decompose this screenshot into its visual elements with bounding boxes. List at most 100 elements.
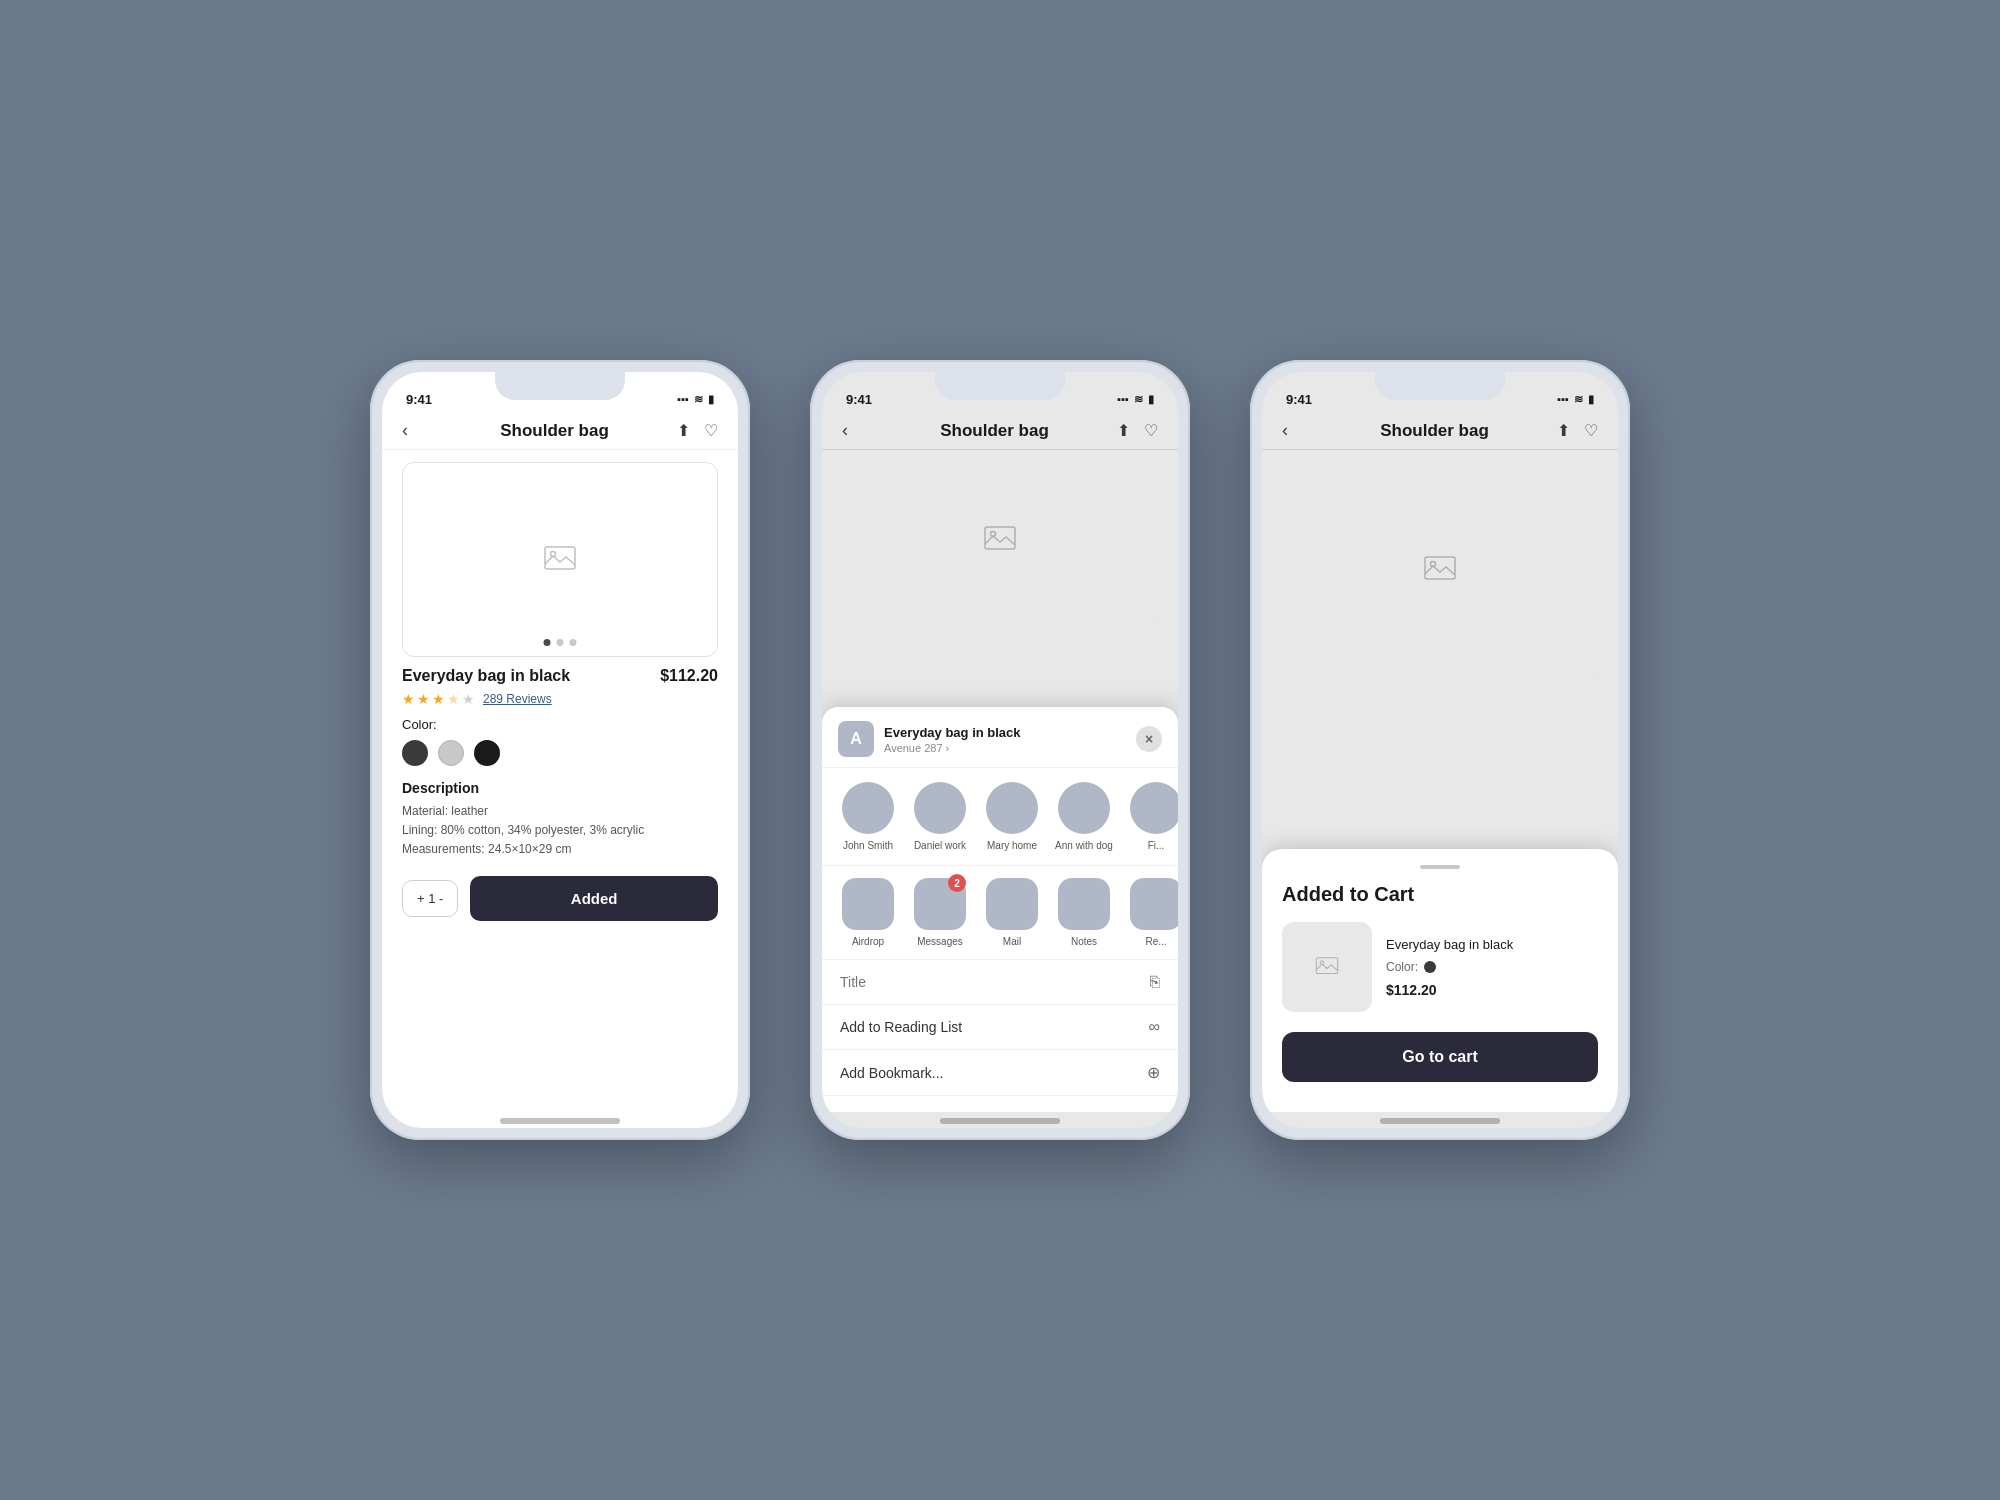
heart-icon-1[interactable]: ♡: [704, 421, 718, 440]
share-icon-3[interactable]: ⬆: [1557, 421, 1570, 440]
app-name-airdrop: Airdrop: [852, 936, 884, 947]
stars-1: ★ ★ ★ ★ ★: [402, 691, 475, 707]
contact-name-ann: Ann with dog: [1055, 840, 1113, 851]
back-button-3[interactable]: ‹: [1282, 420, 1312, 441]
share-app-url[interactable]: Avenue 287 ›: [884, 742, 1136, 754]
signal-icon: ▪▪▪: [677, 393, 689, 405]
color-swatch-black-1[interactable]: [474, 740, 500, 766]
product-price-1: $112.20: [660, 667, 718, 685]
app-re[interactable]: Re...: [1120, 878, 1178, 947]
stars-row-1: ★ ★ ★ ★ ★ 289 Reviews: [402, 691, 718, 707]
svg-rect-6: [1316, 958, 1337, 974]
status-icons-2: ▪▪▪ ≋ ▮: [1117, 393, 1154, 406]
color-section-1: Color:: [402, 717, 718, 766]
cart-modal-title: Added to Cart: [1282, 883, 1598, 906]
color-options-1: [402, 740, 718, 766]
copy-icon: ⎘: [1150, 973, 1160, 991]
share-icon-1[interactable]: ⬆: [677, 421, 690, 440]
contact-daniel-work[interactable]: Daniel work: [904, 782, 976, 851]
desc-text-1: Material: leather Lining: 80% cotton, 34…: [402, 802, 718, 860]
share-close-button[interactable]: ×: [1136, 726, 1162, 752]
contact-name-daniel: Daniel work: [914, 840, 966, 851]
messages-badge: 2: [948, 874, 966, 892]
star-5: ★: [462, 691, 475, 707]
phone-1: 9:41 ▪▪▪ ≋ ▮ ‹ Shoulder bag ⬆ ♡: [370, 360, 750, 1140]
desc-material: Material: leather: [402, 804, 488, 818]
phone-2: 9:41 ▪▪▪ ≋ ▮ ‹ Shoulder bag ⬆ ♡: [810, 360, 1190, 1140]
title-row: ⎘: [822, 960, 1178, 1005]
app-name-re: Re...: [1145, 936, 1166, 947]
reviews-link-1[interactable]: 289 Reviews: [483, 692, 552, 706]
cart-row-1: + 1 - Added: [402, 876, 718, 921]
contact-ann-dog[interactable]: Ann with dog: [1048, 782, 1120, 851]
battery-icon: ▮: [708, 393, 714, 406]
contacts-row: John Smith Daniel work Mary home Ann wit…: [822, 768, 1178, 866]
nav-bar-1: ‹ Shoulder bag ⬆ ♡: [382, 416, 738, 450]
heart-icon-3[interactable]: ♡: [1584, 421, 1598, 440]
color-swatch-dark-1[interactable]: [402, 740, 428, 766]
reading-list-row[interactable]: Add to Reading List ∞: [822, 1005, 1178, 1050]
notch-2: [935, 372, 1065, 400]
screen-content-2: A Everyday bag in black Avenue 287 › × J…: [822, 450, 1178, 1112]
signal-icon-3: ▪▪▪: [1557, 393, 1569, 405]
modal-handle: [1420, 865, 1460, 869]
wifi-icon-3: ≋: [1574, 393, 1583, 406]
app-name-messages: Messages: [917, 936, 963, 947]
svg-rect-4: [1425, 557, 1455, 579]
phone-2-screen: 9:41 ▪▪▪ ≋ ▮ ‹ Shoulder bag ⬆ ♡: [822, 372, 1178, 1128]
title-input[interactable]: [840, 974, 1150, 990]
status-time-2: 9:41: [846, 392, 872, 407]
svg-rect-2: [985, 527, 1015, 549]
desc-lining: Lining: 80% cotton, 34% polyester, 3% ac…: [402, 823, 644, 837]
status-time-3: 9:41: [1286, 392, 1312, 407]
heart-icon-2[interactable]: ♡: [1144, 421, 1158, 440]
home-indicator-3: [1380, 1118, 1500, 1124]
nav-actions-2: ⬆ ♡: [1117, 421, 1158, 440]
contact-name-fi: Fi...: [1148, 840, 1165, 851]
app-messages[interactable]: 2 Messages: [904, 878, 976, 947]
home-indicator-1: [500, 1118, 620, 1124]
app-airdrop[interactable]: Airdrop: [832, 878, 904, 947]
nav-actions-1: ⬆ ♡: [677, 421, 718, 440]
app-mail[interactable]: Mail: [976, 878, 1048, 947]
add-button-1[interactable]: Added: [470, 876, 718, 921]
battery-icon-3: ▮: [1588, 393, 1594, 406]
status-icons-1: ▪▪▪ ≋ ▮: [677, 393, 714, 406]
nav-actions-3: ⬆ ♡: [1557, 421, 1598, 440]
nav-title-2: Shoulder bag: [940, 421, 1049, 441]
wifi-icon: ≋: [694, 393, 703, 406]
airdrop-icon-box: [842, 878, 894, 930]
image-placeholder-icon-2: [984, 526, 1016, 554]
bookmarks-row[interactable]: Add Bookmark... ⊕: [822, 1050, 1178, 1096]
added-to-cart-modal: Added to Cart Everyday bag in black Colo…: [1262, 849, 1618, 1112]
signal-icon-2: ▪▪▪: [1117, 393, 1129, 405]
share-icon-2[interactable]: ⬆: [1117, 421, 1130, 440]
back-button-1[interactable]: ‹: [402, 420, 432, 441]
contact-john-smith[interactable]: John Smith: [832, 782, 904, 851]
nav-title-1: Shoulder bag: [500, 421, 609, 441]
screen-content-3: Added to Cart Everyday bag in black Colo…: [1262, 450, 1618, 1112]
app-notes[interactable]: Notes: [1048, 878, 1120, 947]
dot-1-3: [570, 639, 577, 646]
mail-icon-box: [986, 878, 1038, 930]
notes-icon-box: [1058, 878, 1110, 930]
nav-bar-3: ‹ Shoulder bag ⬆ ♡: [1262, 416, 1618, 450]
product-image-3: [1274, 462, 1606, 677]
contact-mary-home[interactable]: Mary home: [976, 782, 1048, 851]
product-image-2: [834, 462, 1166, 617]
star-1: ★: [402, 691, 415, 707]
dot-1-active: [544, 639, 551, 646]
contact-fi[interactable]: Fi...: [1120, 782, 1178, 851]
re-icon-box: [1130, 878, 1178, 930]
notch-3: [1375, 372, 1505, 400]
phone-3: 9:41 ▪▪▪ ≋ ▮ ‹ Shoulder bag ⬆ ♡: [1250, 360, 1630, 1140]
cart-item-row: Everyday bag in black Color: $112.20: [1282, 922, 1598, 1012]
go-to-cart-button[interactable]: Go to cart: [1282, 1032, 1598, 1082]
desc-measurements: Measurements: 24.5×10×29 cm: [402, 842, 571, 856]
app-name-mail: Mail: [1003, 936, 1021, 947]
description-section-1: Description Material: leather Lining: 80…: [402, 780, 718, 860]
status-time-1: 9:41: [406, 392, 432, 407]
color-swatch-light-1[interactable]: [438, 740, 464, 766]
qty-control-1[interactable]: + 1 -: [402, 880, 458, 917]
back-button-2[interactable]: ‹: [842, 420, 872, 441]
